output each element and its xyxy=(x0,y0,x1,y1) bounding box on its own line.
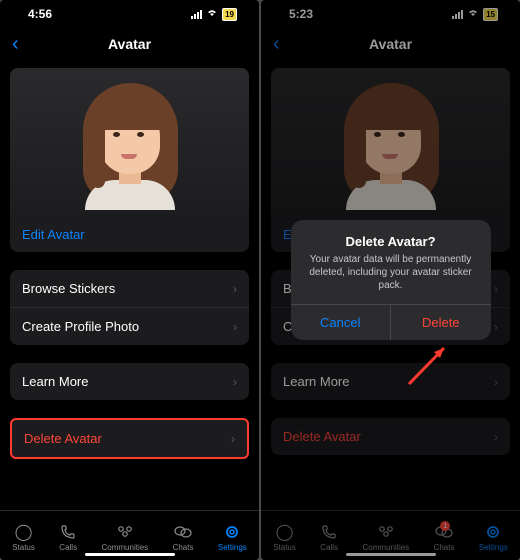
status-indicators: 19 xyxy=(191,8,237,21)
tab-label: Chats xyxy=(173,543,194,552)
chevron-right-icon: › xyxy=(233,320,237,334)
chevron-right-icon: › xyxy=(231,432,235,446)
cancel-button[interactable]: Cancel xyxy=(291,305,392,340)
options-group-1: Browse Stickers › Create Profile Photo › xyxy=(10,270,249,345)
avatar-card: Edit Avatar xyxy=(10,68,249,252)
chevron-right-icon: › xyxy=(233,282,237,296)
alert-message: Your avatar data will be permanently del… xyxy=(305,253,477,292)
home-indicator[interactable] xyxy=(85,553,175,556)
delete-confirm-alert: Delete Avatar? Your avatar data will be … xyxy=(291,220,491,340)
nav-header: ‹ Avatar xyxy=(0,28,259,60)
page-title: Avatar xyxy=(108,36,151,52)
battery-icon: 19 xyxy=(222,8,237,21)
browse-stickers-row[interactable]: Browse Stickers › xyxy=(10,270,249,308)
edit-avatar-link[interactable]: Edit Avatar xyxy=(22,227,85,242)
row-label: Delete Avatar xyxy=(24,431,102,446)
chevron-right-icon: › xyxy=(233,375,237,389)
status-time: 4:56 xyxy=(28,7,52,21)
row-label: Learn More xyxy=(22,374,88,389)
alert-title: Delete Avatar? xyxy=(305,234,477,249)
phone-icon xyxy=(60,523,76,541)
signal-icon xyxy=(191,10,202,19)
delete-avatar-row[interactable]: Delete Avatar › xyxy=(12,420,247,457)
tab-label: Settings xyxy=(218,543,247,552)
modal-overlay: Delete Avatar? Your avatar data will be … xyxy=(261,0,520,560)
phone-screen-left: 4:56 19 ‹ Avatar xyxy=(0,0,259,560)
back-button[interactable]: ‹ xyxy=(12,33,19,56)
chats-icon xyxy=(174,523,192,541)
tab-settings[interactable]: Settings xyxy=(218,523,247,552)
status-bar: 4:56 19 xyxy=(0,0,259,28)
tab-calls[interactable]: Calls xyxy=(59,523,77,552)
row-label: Browse Stickers xyxy=(22,281,115,296)
learn-more-row[interactable]: Learn More › xyxy=(10,363,249,400)
create-profile-photo-row[interactable]: Create Profile Photo › xyxy=(10,308,249,345)
avatar-image xyxy=(10,68,249,218)
tab-chats[interactable]: Chats xyxy=(173,523,194,552)
gear-icon xyxy=(224,523,240,541)
tab-communities[interactable]: Communities xyxy=(101,523,148,552)
phone-screen-right: 5:23 15 ‹ Avatar xyxy=(261,0,520,560)
tab-label: Communities xyxy=(101,543,148,552)
status-icon: ◯ xyxy=(15,523,33,541)
delete-button[interactable]: Delete xyxy=(391,305,491,340)
communities-icon xyxy=(116,523,134,541)
tab-status[interactable]: ◯ Status xyxy=(12,523,35,552)
row-label: Create Profile Photo xyxy=(22,319,139,334)
wifi-icon xyxy=(206,8,218,20)
options-group-2: Learn More › xyxy=(10,363,249,400)
delete-group-highlighted: Delete Avatar › xyxy=(10,418,249,459)
tab-label: Status xyxy=(12,543,35,552)
tab-label: Calls xyxy=(59,543,77,552)
